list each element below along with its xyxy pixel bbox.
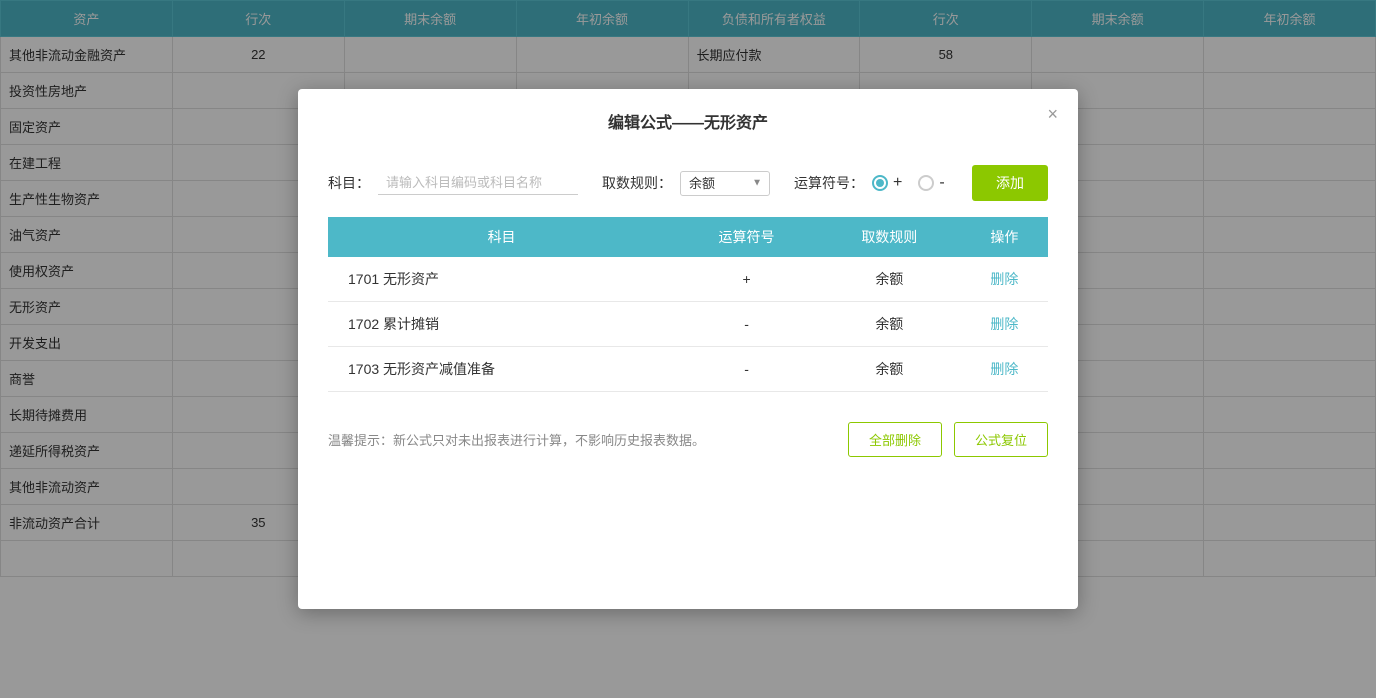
rule-label: 取数规则： (602, 173, 672, 193)
cell-subject: 1703 无形资产减值准备 (328, 347, 675, 392)
modal-table-row: 1702 累计摊销-余额 删除 (328, 302, 1048, 347)
operator-minus-radio[interactable]: - (918, 174, 944, 192)
subject-label: 科目： (328, 173, 370, 193)
modal-table-head: 科目 运算符号 取数规则 操作 (328, 217, 1048, 257)
modal-header: 编辑公式——无形资产 × (298, 89, 1078, 149)
delete-row-button[interactable]: 删除 (990, 359, 1018, 379)
th-rule: 取数规则 (818, 217, 961, 257)
rule-group: 取数规则： 余额借方贷方借方发生额贷方发生额 ▼ (602, 171, 770, 196)
cell-operator: - (675, 347, 818, 392)
cell-action: 删除 (961, 347, 1048, 392)
form-row: 科目： 取数规则： 余额借方贷方借方发生额贷方发生额 ▼ 运算符号： + (298, 149, 1078, 217)
th-subject: 科目 (328, 217, 675, 257)
operator-radio-group: + - (872, 174, 945, 192)
operator-minus-label: - (939, 174, 944, 192)
subject-group: 科目： (328, 171, 578, 195)
cell-rule: 余额 (818, 302, 961, 347)
cell-action: 删除 (961, 257, 1048, 302)
cell-operator: + (675, 257, 818, 302)
subject-input[interactable] (378, 171, 578, 195)
modal-footer: 温馨提示：新公式只对未出报表进行计算，不影响历史报表数据。 全部删除 公式复位 (298, 392, 1078, 477)
modal-title: 编辑公式——无形资产 (608, 115, 768, 132)
cell-operator: - (675, 302, 818, 347)
modal-table-wrap: 科目 运算符号 取数规则 操作 1701 无形资产+余额删除1702 累计摊销-… (308, 217, 1068, 392)
rule-select[interactable]: 余额借方贷方借方发生额贷方发生额 (680, 171, 770, 196)
operator-plus-label: + (893, 174, 902, 192)
modal-dialog: 编辑公式——无形资产 × 科目： 取数规则： 余额借方贷方借方发生额贷方发生额 … (298, 89, 1078, 609)
footer-tip: 温馨提示：新公式只对未出报表进行计算，不影响历史报表数据。 (328, 430, 705, 449)
operator-plus-radio[interactable]: + (872, 174, 902, 192)
operator-label: 运算符号： (794, 173, 864, 193)
modal-table-row: 1703 无形资产减值准备-余额 删除 (328, 347, 1048, 392)
cell-rule: 余额 (818, 257, 961, 302)
operator-plus-radio-circle (872, 175, 888, 191)
footer-buttons: 全部删除 公式复位 (848, 422, 1048, 457)
delete-row-button[interactable]: 删除 (990, 314, 1018, 334)
modal-close-button[interactable]: × (1047, 105, 1058, 123)
modal-table: 科目 运算符号 取数规则 操作 1701 无形资产+余额删除1702 累计摊销-… (328, 217, 1048, 392)
modal-overlay: 编辑公式——无形资产 × 科目： 取数规则： 余额借方贷方借方发生额贷方发生额 … (0, 0, 1376, 698)
modal-table-body: 1701 无形资产+余额删除1702 累计摊销-余额删除1703 无形资产减值准… (328, 257, 1048, 392)
delete-all-button[interactable]: 全部删除 (848, 422, 942, 457)
cell-rule: 余额 (818, 347, 961, 392)
cell-action: 删除 (961, 302, 1048, 347)
cell-subject: 1702 累计摊销 (328, 302, 675, 347)
reset-button[interactable]: 公式复位 (954, 422, 1048, 457)
add-button[interactable]: 添加 (972, 165, 1048, 201)
modal-table-row: 1701 无形资产+余额 删除 (328, 257, 1048, 302)
rule-select-wrapper: 余额借方贷方借方发生额贷方发生额 ▼ (680, 171, 770, 196)
th-operator: 运算符号 (675, 217, 818, 257)
operator-minus-radio-circle (918, 175, 934, 191)
delete-row-button[interactable]: 删除 (990, 269, 1018, 289)
th-action: 操作 (961, 217, 1048, 257)
operator-group: 运算符号： + - (794, 173, 945, 193)
cell-subject: 1701 无形资产 (328, 257, 675, 302)
